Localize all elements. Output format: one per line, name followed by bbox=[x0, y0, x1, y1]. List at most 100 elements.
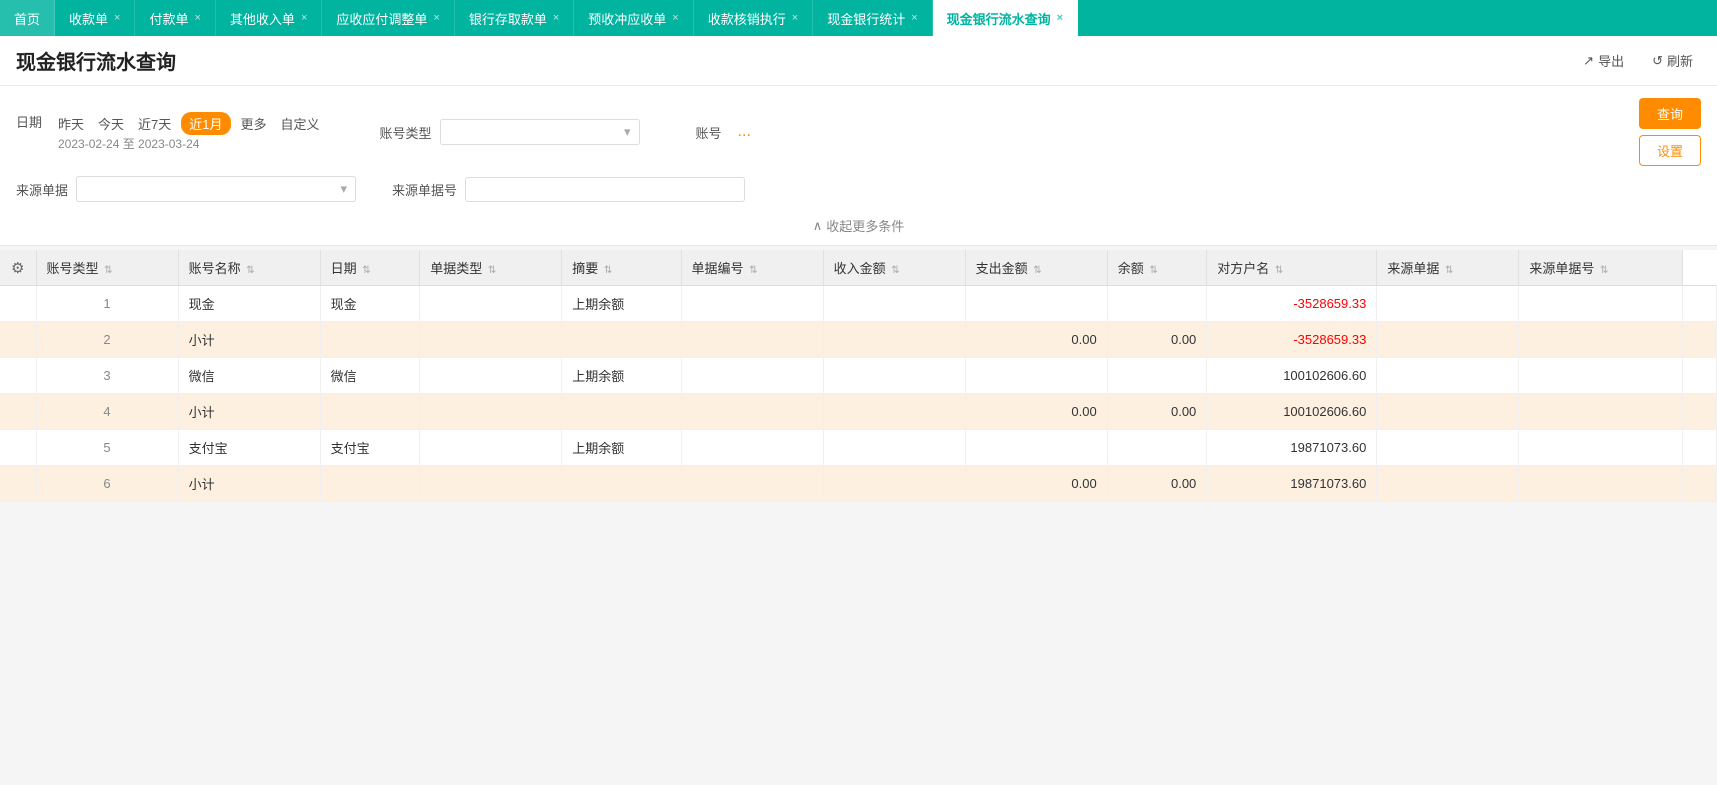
sort-icon-account-name: ⇅ bbox=[246, 265, 254, 276]
cell-doc-type bbox=[562, 394, 681, 430]
cell-doc-no bbox=[823, 358, 965, 394]
settings-button[interactable]: 设置 bbox=[1639, 135, 1701, 166]
col-doc-no[interactable]: 单据编号 ⇅ bbox=[681, 250, 823, 286]
cell-source-doc-no bbox=[1682, 430, 1716, 466]
close-icon[interactable]: × bbox=[911, 12, 917, 24]
nav-item-付款单[interactable]: 付款单× bbox=[135, 0, 215, 36]
shortcut-custom[interactable]: 自定义 bbox=[277, 112, 324, 135]
export-button[interactable]: ↗ 导出 bbox=[1575, 47, 1632, 74]
nav-item-银行存取款单[interactable]: 银行存取款单× bbox=[455, 0, 574, 36]
date-shortcuts: 昨天 今天 近7天 近1月 更多 自定义 bbox=[54, 112, 324, 135]
shortcut-7days[interactable]: 近7天 bbox=[134, 112, 175, 135]
cell-account-type: 支付宝 bbox=[178, 430, 320, 466]
source-doc-no-input[interactable] bbox=[465, 177, 745, 202]
cell-doc-type bbox=[562, 466, 681, 502]
query-button[interactable]: 查询 bbox=[1639, 98, 1701, 129]
source-doc-arrow: ▾ bbox=[340, 181, 347, 197]
nav-item-收款核销执行[interactable]: 收款核销执行× bbox=[694, 0, 813, 36]
source-doc-no-group: 来源单据号 bbox=[392, 177, 745, 202]
cell-date bbox=[420, 394, 562, 430]
nav-item-现金银行流水查询[interactable]: 现金银行流水查询× bbox=[933, 0, 1078, 36]
nav-item-收款单[interactable]: 收款单× bbox=[55, 0, 135, 36]
cell-source-doc-no bbox=[1682, 466, 1716, 502]
col-income[interactable]: 收入金额 ⇅ bbox=[823, 250, 965, 286]
date-shortcuts-container: 昨天 今天 近7天 近1月 更多 自定义 2023-02-24 至 2023-0… bbox=[54, 112, 324, 152]
date-filter-group: 日期 昨天 今天 近7天 近1月 更多 自定义 2023-02-24 至 202… bbox=[16, 112, 324, 152]
col-balance[interactable]: 余额 ⇅ bbox=[1107, 250, 1207, 286]
cell-summary bbox=[681, 394, 823, 430]
cell-income bbox=[965, 286, 1107, 322]
cell-account-name: 微信 bbox=[320, 358, 420, 394]
cell-counterpart bbox=[1377, 466, 1519, 502]
collapse-bar[interactable]: ∧ 收起更多条件 bbox=[16, 212, 1701, 237]
close-icon[interactable]: × bbox=[1057, 12, 1063, 24]
cell-expense bbox=[1107, 358, 1207, 394]
data-table-container: ⚙ 账号类型 ⇅ 账号名称 ⇅ 日期 ⇅ 单据类型 ⇅ 摘要 ⇅ 单据编号 ⇅ … bbox=[0, 250, 1717, 502]
cell-counterpart bbox=[1377, 430, 1519, 466]
collapse-up-icon: ∧ bbox=[813, 218, 823, 234]
shortcut-more[interactable]: 更多 bbox=[237, 112, 271, 135]
cell-source-doc-no bbox=[1682, 286, 1716, 322]
cell-row-num: 3 bbox=[36, 358, 178, 394]
table-settings-icon[interactable]: ⚙ bbox=[11, 260, 24, 277]
shortcut-yesterday[interactable]: 昨天 bbox=[54, 112, 88, 135]
table-row: 3微信微信上期余额100102606.60 bbox=[0, 358, 1717, 394]
nav-item-预收冲应收单[interactable]: 预收冲应收单× bbox=[574, 0, 693, 36]
header-actions: ↗ 导出 ↺ 刷新 bbox=[1575, 47, 1701, 74]
filter-row-1: 日期 昨天 今天 近7天 近1月 更多 自定义 2023-02-24 至 202… bbox=[16, 98, 1701, 166]
col-summary[interactable]: 摘要 ⇅ bbox=[562, 250, 681, 286]
table-body: 1现金现金上期余额-3528659.332小计0.000.00-3528659.… bbox=[0, 286, 1717, 502]
cell-summary bbox=[681, 358, 823, 394]
sort-icon-income: ⇅ bbox=[891, 265, 899, 276]
export-icon: ↗ bbox=[1583, 53, 1594, 69]
refresh-button[interactable]: ↺ 刷新 bbox=[1644, 47, 1701, 74]
close-icon[interactable]: × bbox=[553, 12, 559, 24]
sort-icon-counterpart: ⇅ bbox=[1275, 265, 1283, 276]
table-row: 6小计0.000.0019871073.60 bbox=[0, 466, 1717, 502]
col-doc-type[interactable]: 单据类型 ⇅ bbox=[420, 250, 562, 286]
shortcut-today[interactable]: 今天 bbox=[94, 112, 128, 135]
col-source-doc-no[interactable]: 来源单据号 ⇅ bbox=[1519, 250, 1682, 286]
close-icon[interactable]: × bbox=[792, 12, 798, 24]
cell-row-num: 4 bbox=[36, 394, 178, 430]
col-account-name[interactable]: 账号名称 ⇅ bbox=[178, 250, 320, 286]
sort-icon-balance: ⇅ bbox=[1149, 265, 1157, 276]
cell-summary bbox=[681, 322, 823, 358]
cell-date bbox=[420, 466, 562, 502]
nav-item-现金银行统计[interactable]: 现金银行统计× bbox=[813, 0, 932, 36]
cell-counterpart bbox=[1377, 358, 1519, 394]
close-icon[interactable]: × bbox=[301, 12, 307, 24]
cell-doc-type: 上期余额 bbox=[562, 358, 681, 394]
cell-date bbox=[420, 430, 562, 466]
filter-area: 日期 昨天 今天 近7天 近1月 更多 自定义 2023-02-24 至 202… bbox=[0, 86, 1717, 246]
close-icon[interactable]: × bbox=[194, 12, 200, 24]
close-icon[interactable]: × bbox=[114, 12, 120, 24]
nav-item-首页[interactable]: 首页 bbox=[0, 0, 55, 36]
shortcut-1month[interactable]: 近1月 bbox=[181, 112, 230, 135]
account-ellipsis[interactable]: ... bbox=[734, 123, 755, 141]
close-icon[interactable]: × bbox=[433, 12, 439, 24]
col-expense[interactable]: 支出金额 ⇅ bbox=[965, 250, 1107, 286]
source-doc-group: 来源单据 ▾ bbox=[16, 176, 356, 202]
col-account-type[interactable]: 账号类型 ⇅ bbox=[36, 250, 178, 286]
cell-expense: 0.00 bbox=[1107, 466, 1207, 502]
cell-doc-no bbox=[823, 322, 965, 358]
cell-account-name bbox=[320, 322, 420, 358]
sort-icon-doc-type: ⇅ bbox=[488, 265, 496, 276]
cell-doc-type: 上期余额 bbox=[562, 430, 681, 466]
nav-item-其他收入单[interactable]: 其他收入单× bbox=[216, 0, 322, 36]
collapse-label: 收起更多条件 bbox=[826, 216, 904, 235]
cell-balance: 19871073.60 bbox=[1207, 466, 1377, 502]
cell-source-doc-no bbox=[1682, 394, 1716, 430]
cell-row-num: 1 bbox=[36, 286, 178, 322]
cell-balance: 19871073.60 bbox=[1207, 430, 1377, 466]
close-icon[interactable]: × bbox=[672, 12, 678, 24]
col-counterpart[interactable]: 对方户名 ⇅ bbox=[1207, 250, 1377, 286]
date-range: 2023-02-24 至 2023-03-24 bbox=[58, 135, 324, 152]
col-date[interactable]: 日期 ⇅ bbox=[320, 250, 420, 286]
nav-item-应收应付调整单[interactable]: 应收应付调整单× bbox=[322, 0, 454, 36]
source-doc-select[interactable]: ▾ bbox=[76, 176, 356, 202]
account-type-select[interactable]: ▾ bbox=[440, 119, 640, 145]
col-source-doc[interactable]: 来源单据 ⇅ bbox=[1377, 250, 1519, 286]
cell-source-doc bbox=[1519, 358, 1682, 394]
